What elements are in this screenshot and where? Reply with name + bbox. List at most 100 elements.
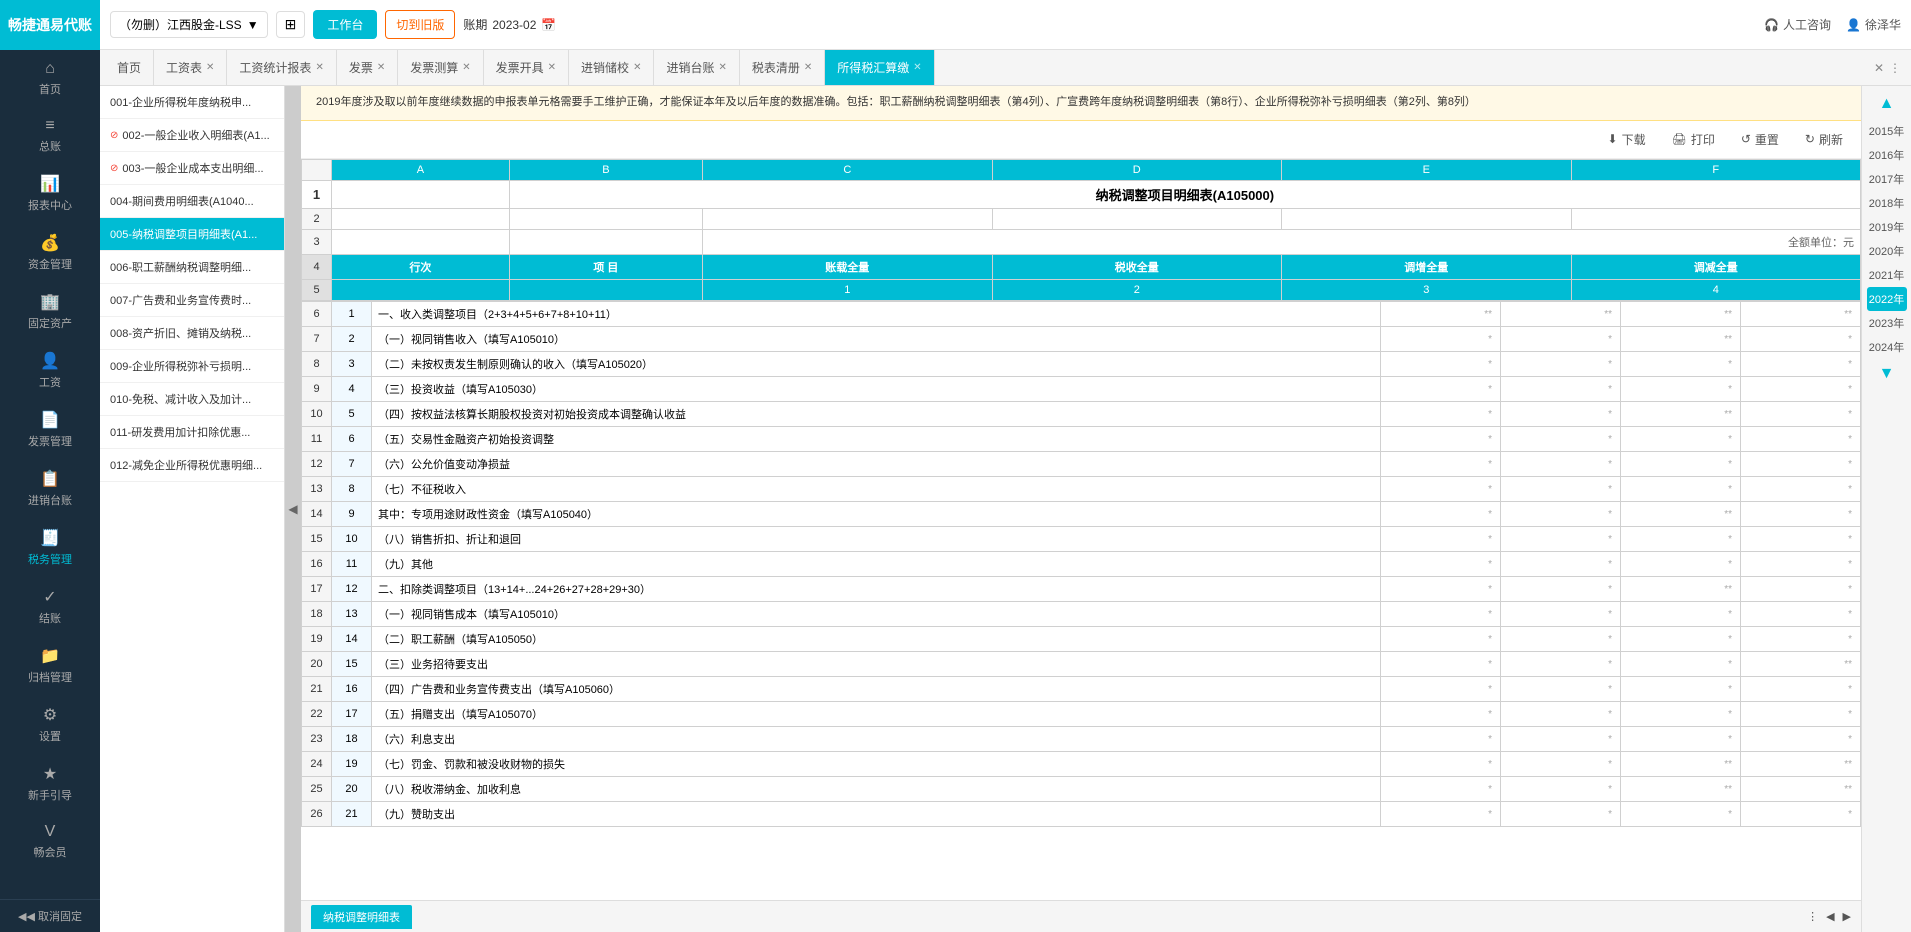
tab-close-8[interactable]: ✕ <box>804 62 812 73</box>
tab-0[interactable]: 首页 <box>105 50 154 85</box>
tab-8[interactable]: 税表清册✕ <box>740 50 825 85</box>
hang-18[interactable]: 18 <box>332 726 372 751</box>
hang-21[interactable]: 21 <box>332 801 372 826</box>
c1-8[interactable] <box>1381 476 1501 501</box>
left-panel-item-rd-expense[interactable]: 011-研发费用加计扣除优惠... <box>100 416 284 449</box>
hang-9[interactable]: 9 <box>332 501 372 526</box>
c4-4[interactable] <box>1741 376 1861 401</box>
c2-6[interactable] <box>1501 426 1621 451</box>
c4-14[interactable] <box>1741 626 1861 651</box>
c4-15[interactable]: * <box>1741 651 1861 676</box>
c1-4[interactable] <box>1381 376 1501 401</box>
c2-10[interactable] <box>1501 526 1621 551</box>
c2-12[interactable] <box>1501 576 1621 601</box>
c1-6[interactable] <box>1381 426 1501 451</box>
c3-5[interactable]: * <box>1621 401 1741 426</box>
sidebar-item-home[interactable]: ⌂首页 <box>0 50 100 107</box>
c2-19[interactable] <box>1501 751 1621 776</box>
c1-5[interactable] <box>1381 401 1501 426</box>
item-3[interactable]: （二）未按权责发生制原则确认的收入（填写A105020） <box>372 351 1381 376</box>
hang-1[interactable]: 1 <box>332 301 372 326</box>
hang-3[interactable]: 3 <box>332 351 372 376</box>
year-btn-2017[interactable]: 2017年 <box>1867 167 1907 191</box>
c2-21[interactable] <box>1501 801 1621 826</box>
hang-2[interactable]: 2 <box>332 326 372 351</box>
c4-6[interactable] <box>1741 426 1861 451</box>
c1-1[interactable]: * <box>1381 301 1501 326</box>
c2-17[interactable] <box>1501 701 1621 726</box>
hang-17[interactable]: 17 <box>332 701 372 726</box>
item-1[interactable]: 一、收入类调整项目（2+3+4+5+6+7+8+10+11） <box>372 301 1381 326</box>
c2-16[interactable] <box>1501 676 1621 701</box>
c4-20[interactable]: * <box>1741 776 1861 801</box>
year-up-btn[interactable]: ▲ <box>1875 91 1899 117</box>
sidebar-item-invoice-mgmt[interactable]: 📄发票管理 <box>0 400 100 459</box>
year-down-btn[interactable]: ▼ <box>1875 361 1899 387</box>
c2-5[interactable] <box>1501 401 1621 426</box>
tab-3[interactable]: 发票✕ <box>337 50 398 85</box>
hang-19[interactable]: 19 <box>332 751 372 776</box>
left-panel-item-reduced-tax[interactable]: 012-减免企业所得税优惠明细... <box>100 449 284 482</box>
item-14[interactable]: （二）职工薪酬（填写A105050） <box>372 626 1381 651</box>
c4-2[interactable] <box>1741 326 1861 351</box>
item-8[interactable]: （七）不征税收入 <box>372 476 1381 501</box>
c1-11[interactable] <box>1381 551 1501 576</box>
calendar-icon[interactable]: 📅 <box>541 18 556 32</box>
year-btn-2020[interactable]: 2020年 <box>1867 239 1907 263</box>
item-15[interactable]: （三）业务招待要支出 <box>372 651 1381 676</box>
c1-20[interactable] <box>1381 776 1501 801</box>
item-5[interactable]: （四）按权益法核算长期股权投资对初始投资成本调整确认收益 <box>372 401 1381 426</box>
scroll-left-icon[interactable]: ◀ <box>1826 910 1834 923</box>
hang-14[interactable]: 14 <box>332 626 372 651</box>
left-panel-item-asset-depreciation[interactable]: 008-资产折旧、摊销及纳税... <box>100 317 284 350</box>
c2-7[interactable] <box>1501 451 1621 476</box>
old-version-button[interactable]: 切到旧版 <box>385 10 455 39</box>
c4-16[interactable] <box>1741 676 1861 701</box>
c1-3[interactable] <box>1381 351 1501 376</box>
c3-18[interactable] <box>1621 726 1741 751</box>
item-2[interactable]: （一）视同销售收入（填写A105010） <box>372 326 1381 351</box>
c1-18[interactable] <box>1381 726 1501 751</box>
c4-1[interactable]: * <box>1741 301 1861 326</box>
collapse-button[interactable]: ◀ <box>285 86 301 932</box>
c1-15[interactable] <box>1381 651 1501 676</box>
c3-7[interactable] <box>1621 451 1741 476</box>
tab-2[interactable]: 工资统计报表✕ <box>227 50 336 85</box>
c2-1[interactable]: * <box>1501 301 1621 326</box>
c1-16[interactable] <box>1381 676 1501 701</box>
left-panel-item-period-expense[interactable]: 004-期间费用明细表(A1040... <box>100 185 284 218</box>
c2-11[interactable] <box>1501 551 1621 576</box>
c4-7[interactable] <box>1741 451 1861 476</box>
hang-4[interactable]: 4 <box>332 376 372 401</box>
c2-3[interactable] <box>1501 351 1621 376</box>
c3-13[interactable] <box>1621 601 1741 626</box>
hang-16[interactable]: 16 <box>332 676 372 701</box>
item-17[interactable]: （五）捐赠支出（填写A105070） <box>372 701 1381 726</box>
c2-18[interactable] <box>1501 726 1621 751</box>
sidebar-item-tax[interactable]: 🧾税务管理 <box>0 518 100 577</box>
item-21[interactable]: （九）赞助支出 <box>372 801 1381 826</box>
c4-3[interactable] <box>1741 351 1861 376</box>
company-selector[interactable]: （勿删）江西股金-LSS ▼ <box>110 11 268 38</box>
consult-button[interactable]: 🎧 人工咨询 <box>1764 16 1831 33</box>
hang-5[interactable]: 5 <box>332 401 372 426</box>
tab-1[interactable]: 工资表✕ <box>154 50 227 85</box>
c4-5[interactable] <box>1741 401 1861 426</box>
c3-21[interactable] <box>1621 801 1741 826</box>
c2-2[interactable] <box>1501 326 1621 351</box>
tab-7[interactable]: 进销台账✕ <box>654 50 739 85</box>
item-10[interactable]: （八）销售折扣、折让和退回 <box>372 526 1381 551</box>
tab-close-5[interactable]: ✕ <box>548 62 556 73</box>
hang-11[interactable]: 11 <box>332 551 372 576</box>
c4-18[interactable] <box>1741 726 1861 751</box>
c3-15[interactable] <box>1621 651 1741 676</box>
c4-21[interactable] <box>1741 801 1861 826</box>
c4-10[interactable] <box>1741 526 1861 551</box>
c4-9[interactable] <box>1741 501 1861 526</box>
sidebar-item-purchase-sales[interactable]: 📋进销台账 <box>0 459 100 518</box>
c1-12[interactable] <box>1381 576 1501 601</box>
c1-10[interactable] <box>1381 526 1501 551</box>
c3-9[interactable]: * <box>1621 501 1741 526</box>
c3-4[interactable] <box>1621 376 1741 401</box>
hang-20[interactable]: 20 <box>332 776 372 801</box>
